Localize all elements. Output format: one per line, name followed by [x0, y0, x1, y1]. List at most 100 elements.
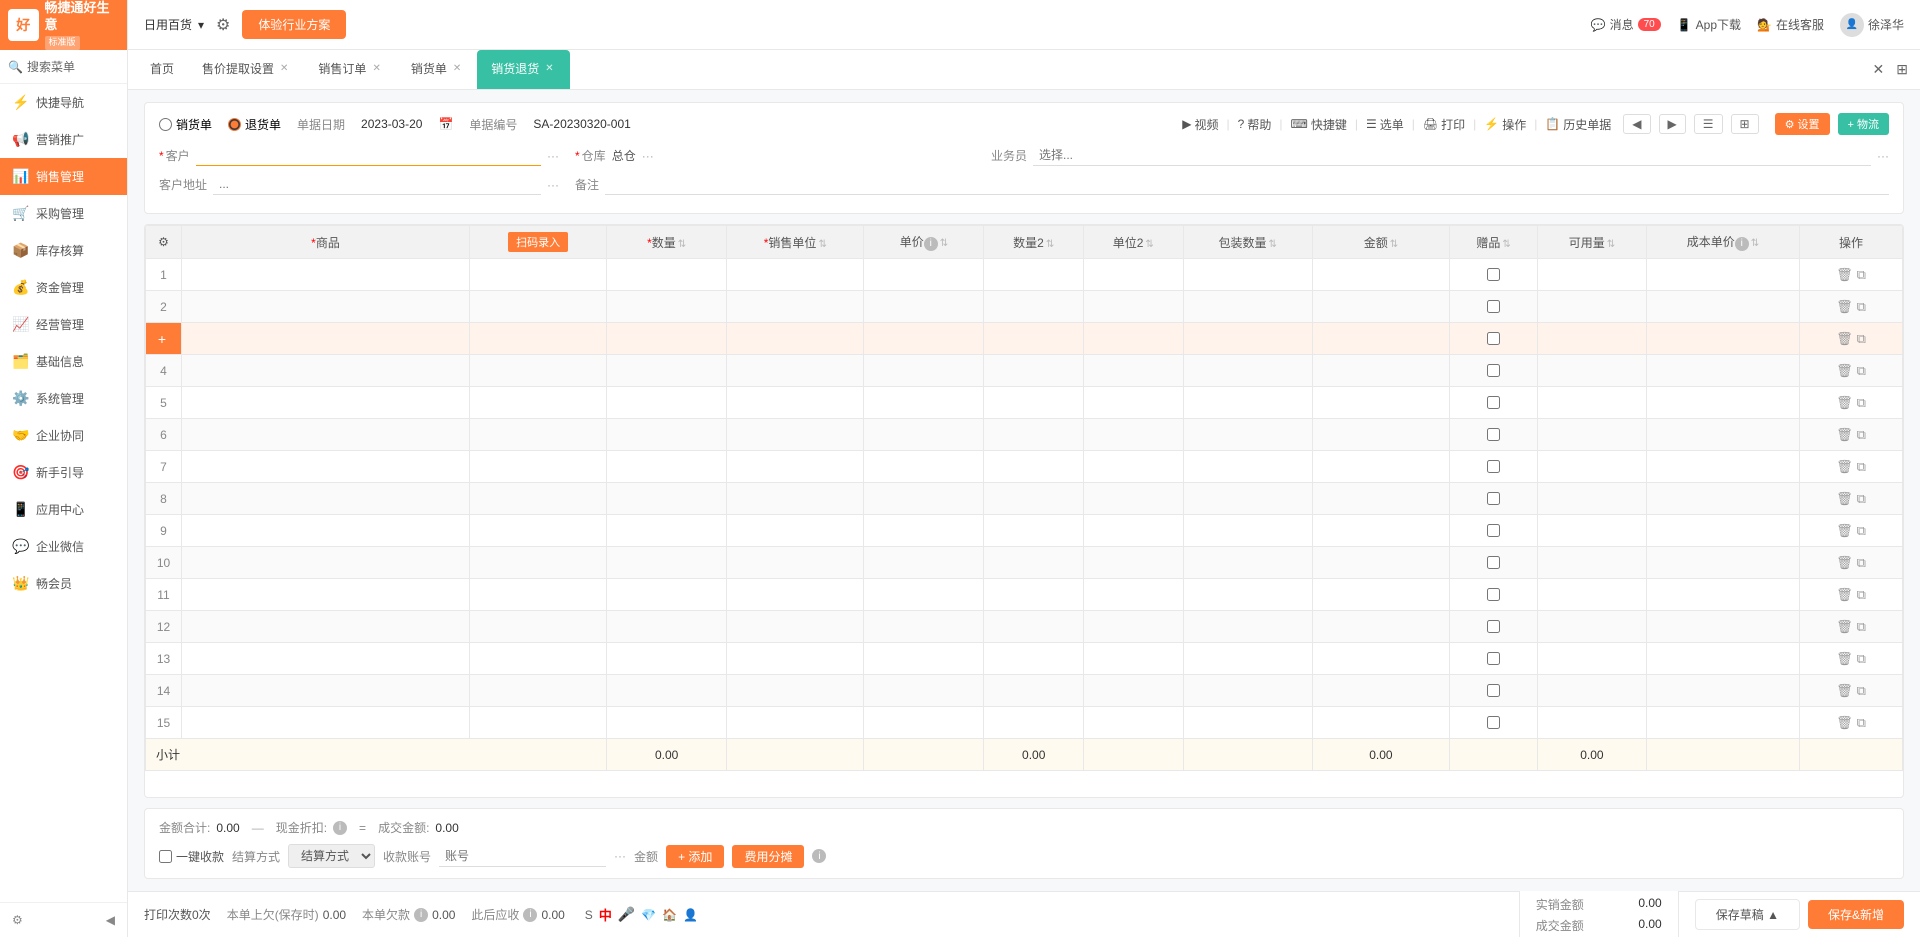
settings-bottom-icon[interactable]: ⚙	[12, 913, 23, 927]
settings-btn[interactable]: ⚙ 设置	[1775, 113, 1830, 135]
footer-icon-5[interactable]: 🏠	[662, 908, 677, 922]
app-download-button[interactable]: 📱 App下载	[1677, 16, 1741, 33]
cost-info-icon[interactable]: i	[1735, 237, 1749, 251]
tab-sales-delivery[interactable]: 销货单 ✕	[397, 50, 477, 89]
copy-row-btn[interactable]: ⧉	[1857, 267, 1866, 283]
tab-price-close[interactable]: ✕	[278, 62, 290, 75]
user-profile[interactable]: 👤 徐泽华	[1840, 13, 1904, 37]
logistics-btn[interactable]: + 物流	[1838, 113, 1889, 135]
copy-row-btn[interactable]: ⧉	[1857, 683, 1866, 699]
gift-sort[interactable]: ⇅	[1502, 239, 1510, 250]
address-dots[interactable]: ···	[547, 178, 559, 192]
customer-input[interactable]	[196, 145, 541, 166]
add-row-btn[interactable]: +	[152, 329, 172, 349]
delete-row-btn[interactable]: 🗑	[1836, 299, 1853, 315]
gift-checkbox[interactable]	[1487, 428, 1500, 441]
col-scan-header[interactable]: 扫码录入	[470, 226, 607, 259]
nav-prev-btn[interactable]: ◀	[1623, 114, 1650, 134]
table-settings-header[interactable]: ⚙	[146, 226, 182, 259]
sidebar-item-sales[interactable]: 📊 销售管理	[0, 158, 127, 195]
product-cell[interactable]	[182, 483, 470, 515]
copy-row-btn[interactable]: ⧉	[1857, 299, 1866, 315]
gift-checkbox[interactable]	[1487, 716, 1500, 729]
gift-checkbox[interactable]	[1487, 684, 1500, 697]
gear-icon[interactable]: ⚙	[216, 15, 230, 35]
nav-next-btn[interactable]: ▶	[1659, 114, 1686, 134]
product-cell[interactable]	[182, 387, 470, 419]
sidebar-item-quick-nav[interactable]: ⚡ 快捷导航	[0, 84, 127, 121]
toolbar-help[interactable]: ? 帮助	[1238, 116, 1272, 133]
gift-checkbox[interactable]	[1487, 300, 1500, 313]
footer-icon-1[interactable]: S	[585, 908, 593, 922]
sidebar-item-inventory[interactable]: 📦 库存核算	[0, 232, 127, 269]
available-sort[interactable]: ⇅	[1607, 239, 1615, 250]
tab-home[interactable]: 首页	[136, 50, 188, 89]
gift-checkbox[interactable]	[1487, 396, 1500, 409]
sidebar-item-finance[interactable]: 💰 资金管理	[0, 269, 127, 306]
delete-row-btn[interactable]: 🗑	[1836, 395, 1853, 411]
note-input[interactable]	[605, 174, 1889, 195]
sidebar-item-guide[interactable]: 🎯 新手引导	[0, 454, 127, 491]
sidebar-item-operation[interactable]: 📈 经营管理	[0, 306, 127, 343]
fee-info-icon[interactable]: i	[812, 849, 826, 863]
product-cell[interactable]	[182, 611, 470, 643]
account-input[interactable]	[439, 846, 606, 867]
amount-sort[interactable]: ⇅	[1390, 239, 1398, 250]
delete-row-btn[interactable]: 🗑	[1836, 715, 1853, 731]
tab-sales-order[interactable]: 销售订单 ✕	[304, 50, 396, 89]
sidebar-item-basic[interactable]: 🗂️ 基础信息	[0, 343, 127, 380]
delete-row-btn[interactable]: 🗑	[1836, 491, 1853, 507]
delete-row-btn[interactable]: 🗑	[1836, 363, 1853, 379]
toolbar-history[interactable]: 📋 历史单据	[1545, 116, 1611, 133]
message-button[interactable]: 💬 消息 70	[1591, 16, 1661, 33]
discount-info-icon[interactable]: i	[333, 821, 347, 835]
product-cell[interactable]	[182, 323, 470, 355]
delete-row-btn[interactable]: 🗑	[1836, 427, 1853, 443]
qty-sort[interactable]: ⇅	[678, 239, 686, 250]
tab-delivery-close[interactable]: ✕	[451, 62, 463, 75]
delete-row-btn[interactable]: 🗑	[1836, 555, 1853, 571]
gift-checkbox[interactable]	[1487, 364, 1500, 377]
product-cell[interactable]	[182, 355, 470, 387]
online-service-button[interactable]: 💁 在线客服	[1757, 16, 1824, 33]
radio-return[interactable]: 退货单	[228, 116, 281, 133]
copy-row-btn[interactable]: ⧉	[1857, 555, 1866, 571]
copy-row-btn[interactable]: ⧉	[1857, 619, 1866, 635]
salesperson-input[interactable]	[1033, 145, 1871, 166]
price-sort[interactable]: ⇅	[940, 238, 948, 249]
calendar-icon[interactable]: 📅	[438, 117, 453, 131]
gift-checkbox[interactable]	[1487, 332, 1500, 345]
sidebar-item-purchase[interactable]: 🛒 采购管理	[0, 195, 127, 232]
cost-sort[interactable]: ⇅	[1751, 238, 1759, 249]
toolbar-operate[interactable]: ⚡ 操作	[1484, 116, 1526, 133]
cta-button[interactable]: 体验行业方案	[242, 10, 346, 39]
copy-row-btn[interactable]: ⧉	[1857, 427, 1866, 443]
qty2-sort[interactable]: ⇅	[1046, 239, 1054, 250]
tab-sales-order-close[interactable]: ✕	[370, 62, 382, 75]
product-cell[interactable]	[182, 707, 470, 739]
copy-row-btn[interactable]: ⧉	[1857, 523, 1866, 539]
gift-checkbox[interactable]	[1487, 620, 1500, 633]
product-cell[interactable]	[182, 547, 470, 579]
customer-dots[interactable]: ···	[547, 149, 559, 163]
tab-price-setting[interactable]: 售价提取设置 ✕	[188, 50, 304, 89]
gift-checkbox[interactable]	[1487, 460, 1500, 473]
search-menu-item[interactable]: 🔍 搜索菜单	[0, 50, 127, 84]
fee-split-btn[interactable]: 费用分摊	[732, 845, 804, 868]
product-cell[interactable]	[182, 291, 470, 323]
add-payment-btn[interactable]: + 添加	[666, 845, 724, 868]
tab-close-all[interactable]: ✕	[1869, 57, 1889, 82]
toolbar-video[interactable]: ▶ 视频	[1182, 116, 1218, 133]
tab-sales-return[interactable]: 销货退货 ✕	[477, 50, 569, 89]
delete-row-btn[interactable]: 🗑	[1836, 267, 1853, 283]
sidebar-item-enterprise[interactable]: 🤝 企业协同	[0, 417, 127, 454]
copy-row-btn[interactable]: ⧉	[1857, 395, 1866, 411]
sidebar-item-wechat[interactable]: 💬 企业微信	[0, 528, 127, 565]
salesperson-dots[interactable]: ···	[1877, 149, 1889, 163]
account-dots[interactable]: ···	[614, 849, 626, 863]
collapse-icon[interactable]: ◀	[106, 913, 115, 927]
sidebar-item-member[interactable]: 👑 畅会员	[0, 565, 127, 602]
copy-row-btn[interactable]: ⧉	[1857, 459, 1866, 475]
delete-row-btn[interactable]: 🗑	[1836, 619, 1853, 635]
toolbar-select[interactable]: ☰ 选单	[1366, 116, 1404, 133]
